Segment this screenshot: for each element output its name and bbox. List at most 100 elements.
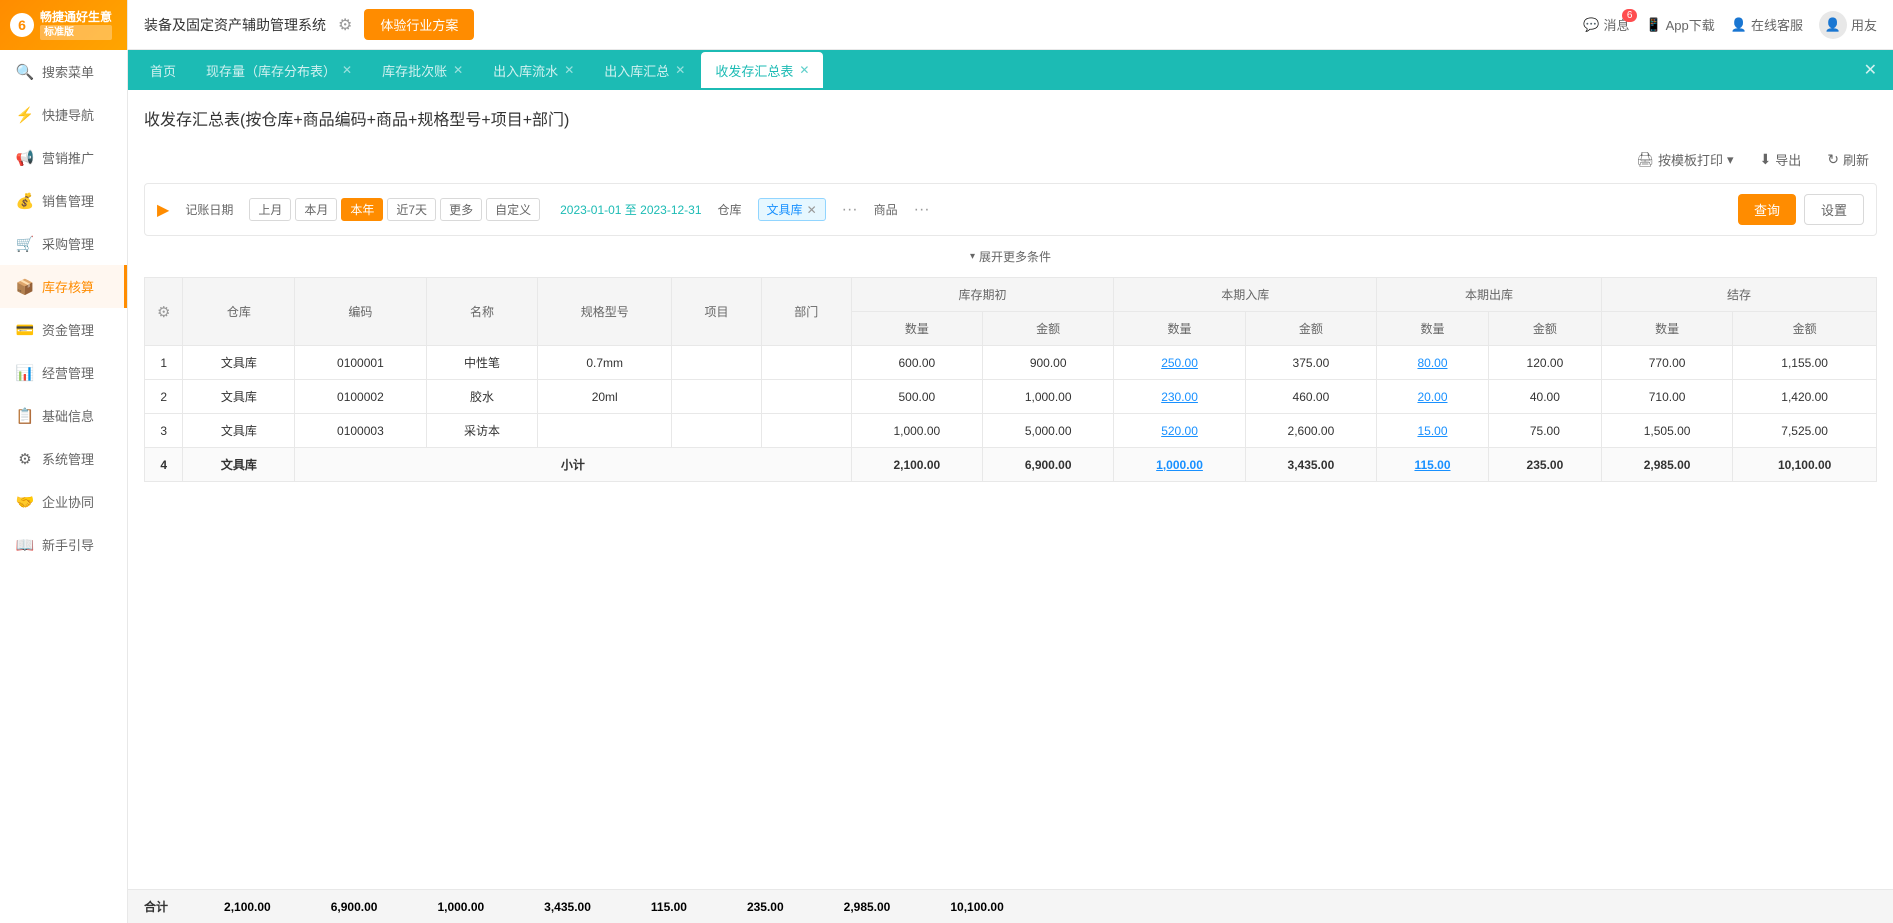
page-header: 收发存汇总表(按仓库+商品编码+商品+规格型号+项目+部门): [144, 106, 1877, 130]
total-in-amt: 3,435.00: [544, 900, 591, 914]
settings-icon[interactable]: ⚙: [338, 15, 352, 35]
service-icon: 👤: [1731, 17, 1747, 33]
th-out-amt: 金额: [1488, 312, 1601, 346]
th-opening-group: 库存期初: [851, 278, 1114, 312]
cell-in-qty[interactable]: 230.00: [1114, 380, 1245, 414]
trial-button[interactable]: 体验行业方案: [364, 9, 474, 40]
topbar-left: 装备及固定资产辅助管理系统 ⚙ 体验行业方案: [144, 9, 474, 40]
refresh-button[interactable]: ↻ 刷新: [1819, 146, 1877, 173]
tabbar-close-btn[interactable]: ✕: [1856, 60, 1885, 80]
th-settings: ⚙: [145, 278, 183, 346]
th-dept: 部门: [761, 278, 851, 346]
cell-project: [672, 414, 762, 448]
th-name: 名称: [426, 278, 538, 346]
date-btn-本月[interactable]: 本月: [295, 198, 337, 221]
warehouse-tag-close[interactable]: ✕: [807, 203, 817, 217]
tab-close-inventory-dist[interactable]: ✕: [342, 63, 352, 77]
tab-label-inventory-dist: 现存量（库存分布表）: [206, 61, 336, 80]
sidebar-icon-sales: 💰: [16, 192, 34, 210]
sidebar-item-purchase[interactable]: 🛒 采购管理: [0, 222, 127, 265]
sidebar-item-search[interactable]: 🔍 搜索菜单: [0, 50, 127, 93]
sidebar-label-finance: 资金管理: [42, 320, 94, 339]
cell-warehouse: 文具库: [183, 380, 295, 414]
export-button[interactable]: ⬇ 导出: [1752, 146, 1810, 173]
sidebar-item-system[interactable]: ⚙ 系统管理: [0, 437, 127, 480]
th-code: 编码: [295, 278, 426, 346]
sidebar-item-inventory[interactable]: 📦 库存核算: [0, 265, 127, 308]
cell-in-qty[interactable]: 520.00: [1114, 414, 1245, 448]
date-btn-更多[interactable]: 更多: [440, 198, 482, 221]
sidebar-item-newbie[interactable]: 📖 新手引导: [0, 523, 127, 566]
cell-out-amt: 75.00: [1488, 414, 1601, 448]
subtotal-in-qty[interactable]: 1,000.00: [1114, 448, 1245, 482]
sidebar-item-quick-nav[interactable]: ⚡ 快捷导航: [0, 93, 127, 136]
tab-close-collect-summary[interactable]: ✕: [799, 63, 809, 77]
tab-batch-account[interactable]: 库存批次账 ✕: [368, 52, 477, 88]
cell-balance-qty: 1,505.00: [1601, 414, 1732, 448]
filter-toggle-icon[interactable]: ▶: [157, 200, 169, 220]
th-project: 项目: [672, 278, 762, 346]
sidebar-item-basic[interactable]: 📋 基础信息: [0, 394, 127, 437]
th-out-qty: 数量: [1377, 312, 1489, 346]
cell-no: 2: [145, 380, 183, 414]
tab-in-out-summary[interactable]: 出入库汇总 ✕: [590, 52, 699, 88]
th-in-amt: 金额: [1245, 312, 1376, 346]
tab-collect-summary[interactable]: 收发存汇总表✕: [701, 52, 823, 88]
cell-out-qty[interactable]: 20.00: [1377, 380, 1489, 414]
print-button[interactable]: 🖨 按模板打印 ▾: [1628, 146, 1741, 173]
sidebar-label-quick-nav: 快捷导航: [42, 105, 94, 124]
sidebar-item-cooperation[interactable]: 🤝 企业协同: [0, 480, 127, 523]
cell-warehouse: 文具库: [183, 346, 295, 380]
total-balance-amt: 10,100.00: [950, 900, 1003, 914]
date-btn-自定义[interactable]: 自定义: [486, 198, 540, 221]
subtotal-label: 小计: [295, 448, 851, 482]
sidebar-item-business[interactable]: 📊 经营管理: [0, 351, 127, 394]
cell-in-amt: 375.00: [1245, 346, 1376, 380]
subtotal-out-qty[interactable]: 115.00: [1377, 448, 1489, 482]
message-icon: 💬: [1583, 17, 1599, 33]
user-avatar[interactable]: 👤 用友: [1819, 11, 1877, 39]
cell-no: 3: [145, 414, 183, 448]
main-content: 装备及固定资产辅助管理系统 ⚙ 体验行业方案 💬 消息 6 📱 App下载 👤 …: [128, 0, 1893, 923]
filter-settings-button[interactable]: 设置: [1804, 194, 1864, 225]
table-settings-icon[interactable]: ⚙: [157, 304, 170, 321]
th-opening-qty: 数量: [851, 312, 982, 346]
tab-close-in-out-summary[interactable]: ✕: [675, 63, 685, 77]
app-download-label: App下载: [1666, 15, 1715, 34]
online-service-btn[interactable]: 👤 在线客服: [1731, 15, 1803, 34]
query-button[interactable]: 查询: [1738, 194, 1796, 225]
cell-warehouse: 文具库: [183, 414, 295, 448]
tab-label-batch-account: 库存批次账: [382, 61, 447, 80]
tab-home[interactable]: 首页: [136, 52, 190, 88]
cell-out-qty[interactable]: 15.00: [1377, 414, 1489, 448]
tab-close-in-out-flow[interactable]: ✕: [564, 63, 574, 77]
sidebar-item-marketing[interactable]: 📢 营销推广: [0, 136, 127, 179]
app-download-btn[interactable]: 📱 App下载: [1645, 15, 1714, 34]
date-btn-上月[interactable]: 上月: [249, 198, 291, 221]
date-btn-近7天[interactable]: 近7天: [387, 198, 436, 221]
cell-code: 0100001: [295, 346, 426, 380]
message-badge[interactable]: 💬 消息 6: [1583, 15, 1629, 34]
tab-in-out-flow[interactable]: 出入库流水✕: [479, 52, 588, 88]
warehouse-more-btn[interactable]: ···: [842, 201, 858, 219]
expand-filter-btn[interactable]: ▾ 展开更多条件: [144, 244, 1877, 269]
sidebar-label-purchase: 采购管理: [42, 234, 94, 253]
subtotal-opening-amt: 6,900.00: [983, 448, 1114, 482]
date-btn-本年[interactable]: 本年: [341, 198, 383, 221]
warehouse-filter-tag[interactable]: 文具库 ✕: [758, 198, 826, 221]
subtotal-opening-qty: 2,100.00: [851, 448, 982, 482]
subtotal-balance-amt: 10,100.00: [1733, 448, 1877, 482]
goods-more-btn[interactable]: ···: [914, 201, 930, 219]
sidebar-label-inventory: 库存核算: [42, 277, 94, 296]
tab-close-batch-account[interactable]: ✕: [453, 63, 463, 77]
cell-in-qty[interactable]: 250.00: [1114, 346, 1245, 380]
cell-opening-amt: 1,000.00: [983, 380, 1114, 414]
tab-label-in-out-summary: 出入库汇总: [604, 61, 669, 80]
cell-code: 0100003: [295, 414, 426, 448]
cell-dept: [761, 380, 851, 414]
sidebar-item-sales[interactable]: 💰 销售管理: [0, 179, 127, 222]
sidebar-item-finance[interactable]: 💳 资金管理: [0, 308, 127, 351]
tab-inventory-dist[interactable]: 现存量（库存分布表） ✕: [192, 52, 366, 88]
cell-out-qty[interactable]: 80.00: [1377, 346, 1489, 380]
page-title: 收发存汇总表(按仓库+商品编码+商品+规格型号+项目+部门): [144, 106, 1877, 130]
